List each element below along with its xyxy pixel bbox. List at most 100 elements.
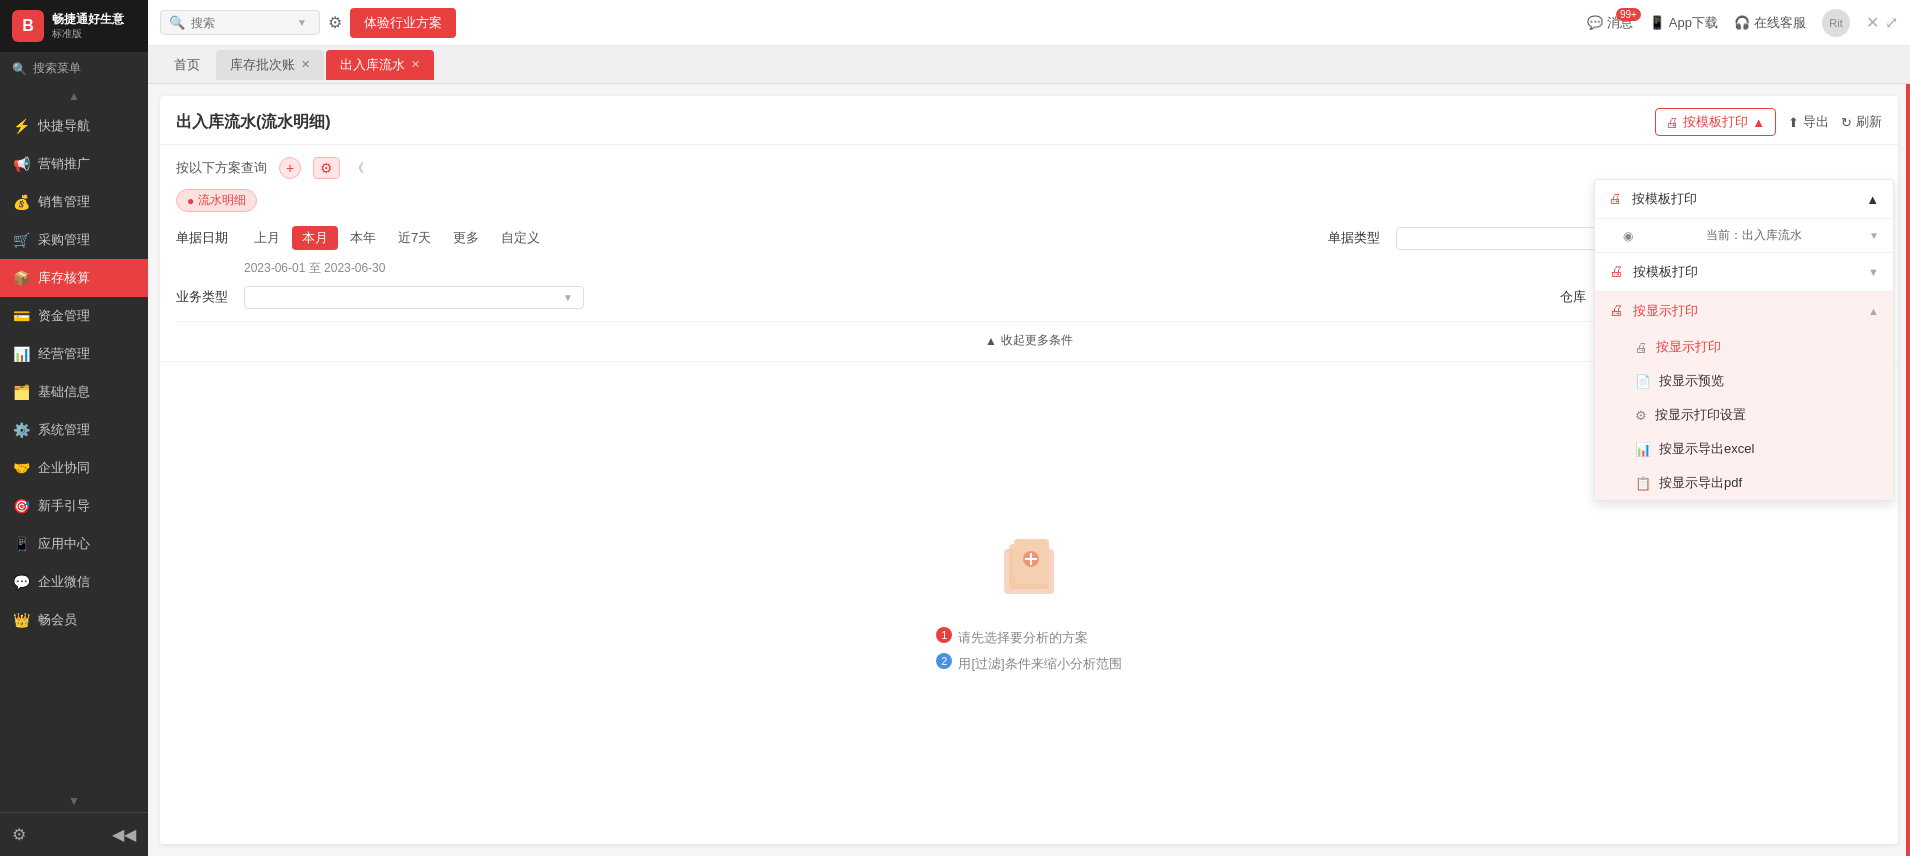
template-print-btn[interactable]: 🖨 按模板打印 ▲ (1655, 108, 1776, 136)
avatar: Rit (1822, 9, 1850, 37)
tabbar: 首页库存批次账 ✕ 出入库流水 ✕ (148, 46, 1910, 84)
scroll-down-arrow[interactable]: ▼ (0, 790, 148, 812)
section-chevron-template-print: ▼ (1868, 266, 1879, 278)
tab-home[interactable]: 首页 (160, 50, 214, 80)
sidebar-item-wechat[interactable]: 💬企业微信 (0, 563, 148, 601)
sidebar-item-marketing[interactable]: 📢营销推广 (0, 145, 148, 183)
dropdown-item-display-export-pdf[interactable]: 📋 按显示导出pdf (1595, 466, 1893, 500)
empty-tips: 1 请先选择要分析的方案 2 用[过滤]条件来缩小分析范围 (936, 625, 1121, 677)
dropdown-item-display-print-settings[interactable]: ⚙ 按显示打印设置 (1595, 398, 1893, 432)
sidebar-item-inventory[interactable]: 📦库存核算 (0, 259, 148, 297)
section-header-template-print[interactable]: 🖨 按模板打印 ▼ (1595, 253, 1893, 291)
tab-label-batch-account: 库存批次账 (230, 56, 295, 74)
topbar-search-input[interactable] (191, 16, 291, 30)
tip-text-1: 请先选择要分析的方案 (958, 625, 1088, 651)
sidebar-bottom: ⚙ ◀◀ (0, 812, 148, 856)
date-option-custom[interactable]: 自定义 (491, 226, 550, 250)
collapse-filter-btn[interactable]: 《 (352, 160, 364, 177)
enterprise-label: 企业协同 (38, 459, 90, 477)
logo-text: 畅捷通好生意 标准版 (52, 12, 124, 41)
close-btn[interactable]: ✕ (1866, 13, 1879, 32)
main-content: 🔍 ▼ ⚙ 体验行业方案 💬 消息 99+ 📱 App下载 🎧 在线客服 (148, 0, 1910, 856)
sidebar-item-member[interactable]: 👑畅会员 (0, 601, 148, 639)
export-btn[interactable]: ⬆ 导出 (1788, 113, 1829, 131)
topbar-gear-icon[interactable]: ⚙ (328, 13, 342, 32)
display-print-settings-icon: ⚙ (1635, 408, 1647, 423)
section-header-display-print[interactable]: 🖨 按显示打印 ▲ (1595, 292, 1893, 330)
online-service-btn[interactable]: 🎧 在线客服 (1734, 14, 1806, 32)
tab-batch-account[interactable]: 库存批次账 ✕ (216, 50, 324, 80)
scroll-up-arrow[interactable]: ▲ (0, 85, 148, 107)
sidebar-item-app-center[interactable]: 📱应用中心 (0, 525, 148, 563)
date-option-last-7-days[interactable]: 近7天 (388, 226, 441, 250)
tip-num-2: 2 (936, 653, 952, 669)
sidebar-item-finance[interactable]: 💳资金管理 (0, 297, 148, 335)
settings-icon[interactable]: ⚙ (12, 825, 26, 844)
page-title: 出入库流水(流水明细) (176, 112, 331, 133)
app-download-btn[interactable]: 📱 App下载 (1649, 14, 1718, 32)
sidebar-item-quick-nav[interactable]: ⚡快捷导航 (0, 107, 148, 145)
sidebar-item-enterprise[interactable]: 🤝企业协同 (0, 449, 148, 487)
dropdown-item-display-export-excel[interactable]: 📊 按显示导出excel (1595, 432, 1893, 466)
sidebar-item-operation[interactable]: 📊经营管理 (0, 335, 148, 373)
page-header: 出入库流水(流水明细) 🖨 按模板打印 ▲ ⬆ 导出 ↻ 刷新 (160, 96, 1898, 145)
date-option-last-month[interactable]: 上月 (244, 226, 290, 250)
sidebar-item-purchase[interactable]: 🛒 采购管理 (0, 221, 148, 259)
date-option-more[interactable]: 更多 (443, 226, 489, 250)
active-filter-label: 流水明细 (198, 192, 246, 209)
tip-2: 2 用[过滤]条件来缩小分析范围 (936, 651, 1121, 677)
add-filter-btn[interactable]: + (279, 157, 301, 179)
collapse-icon[interactable]: ◀◀ (112, 825, 136, 844)
doc-type-label: 单据类型 (1328, 229, 1380, 247)
business-type-select[interactable]: ▼ (244, 286, 584, 309)
operation-icon: 📊 (12, 346, 30, 362)
chevron-up-icon: ▲ (1866, 192, 1879, 207)
template-print-label: 按模板打印 (1683, 113, 1748, 131)
date-label: 单据日期 (176, 229, 228, 247)
resize-handle[interactable] (1906, 84, 1910, 856)
purchase-icon: 🛒 (12, 232, 30, 248)
trial-btn[interactable]: 体验行业方案 (350, 8, 456, 38)
sidebar-search[interactable]: 🔍 搜索菜单 (0, 52, 148, 85)
page-header-actions: 🖨 按模板打印 ▲ ⬆ 导出 ↻ 刷新 (1655, 108, 1882, 136)
sidebar-item-system[interactable]: ⚙️系统管理 (0, 411, 148, 449)
display-print-item-icon: 🖨 (1635, 340, 1648, 355)
current-label-row: ◉ 当前：出入库流水 ▼ (1595, 219, 1893, 253)
active-filter-badge[interactable]: ● 流水明细 (176, 189, 257, 212)
date-option-label-last-7-days: 近7天 (398, 229, 431, 247)
refresh-btn[interactable]: ↻ 刷新 (1841, 113, 1882, 131)
purchase-label: 采购管理 (38, 231, 90, 249)
refresh-icon: ↻ (1841, 115, 1852, 130)
sidebar-nav: ⚡快捷导航📢营销推广💰销售管理 🛒 采购管理 📦库存核算💳资金管理📊经营管理🗂️基础信… (0, 107, 148, 790)
date-option-this-year[interactable]: 本年 (340, 226, 386, 250)
date-option-label-more: 更多 (453, 229, 479, 247)
sidebar: B 畅捷通好生意 标准版 🔍 搜索菜单 ▲ ⚡快捷导航📢营销推广💰销售管理🛒采购… (0, 0, 148, 856)
date-option-label-this-year: 本年 (350, 229, 376, 247)
filter-settings-btn[interactable]: ⚙ (313, 157, 340, 179)
online-service-label: 在线客服 (1754, 14, 1806, 32)
topbar-search-box[interactable]: 🔍 ▼ (160, 10, 320, 35)
maximize-btn[interactable]: ⤢ (1885, 13, 1898, 32)
marketing-icon: 📢 (12, 156, 30, 172)
sidebar-item-basic[interactable]: 🗂️基础信息 (0, 373, 148, 411)
member-label: 畅会员 (38, 611, 77, 629)
section-icon-display-print: 🖨 按显示打印 (1609, 302, 1698, 320)
sidebar-item-guide[interactable]: 🎯新手引导 (0, 487, 148, 525)
tab-close-batch-account[interactable]: ✕ (301, 58, 310, 71)
dropdown-scrollable: 🖨 按模板打印 ▲ ◉ 当前：出入库流水 ▼ 🖨 按模板打印 ▼ 🖨 按显示打印… (1595, 180, 1893, 500)
date-option-this-month[interactable]: 本月 (292, 226, 338, 250)
topbar-right: 💬 消息 99+ 📱 App下载 🎧 在线客服 Rit ✕ ⤢ (1587, 9, 1898, 37)
basic-icon: 🗂️ (12, 384, 30, 400)
inventory-icon: 📦 (12, 270, 30, 286)
sidebar-item-sales[interactable]: 💰销售管理 (0, 183, 148, 221)
user-menu[interactable]: Rit (1822, 9, 1850, 37)
tab-close-inventory-flow[interactable]: ✕ (411, 58, 420, 71)
dropdown-header[interactable]: 🖨 按模板打印 ▲ (1595, 180, 1893, 219)
dropdown-item-display-print-item[interactable]: 🖨 按显示打印 (1595, 330, 1893, 364)
dropdown-item-display-preview[interactable]: 📄 按显示预览 (1595, 364, 1893, 398)
tab-label-inventory-flow: 出入库流水 (340, 56, 405, 74)
messages-btn[interactable]: 💬 消息 99+ (1587, 14, 1633, 32)
tab-inventory-flow[interactable]: 出入库流水 ✕ (326, 50, 434, 80)
app-edition: 标准版 (52, 27, 124, 40)
date-options: 上月本月本年 近7天 更多自定义 (244, 226, 550, 250)
